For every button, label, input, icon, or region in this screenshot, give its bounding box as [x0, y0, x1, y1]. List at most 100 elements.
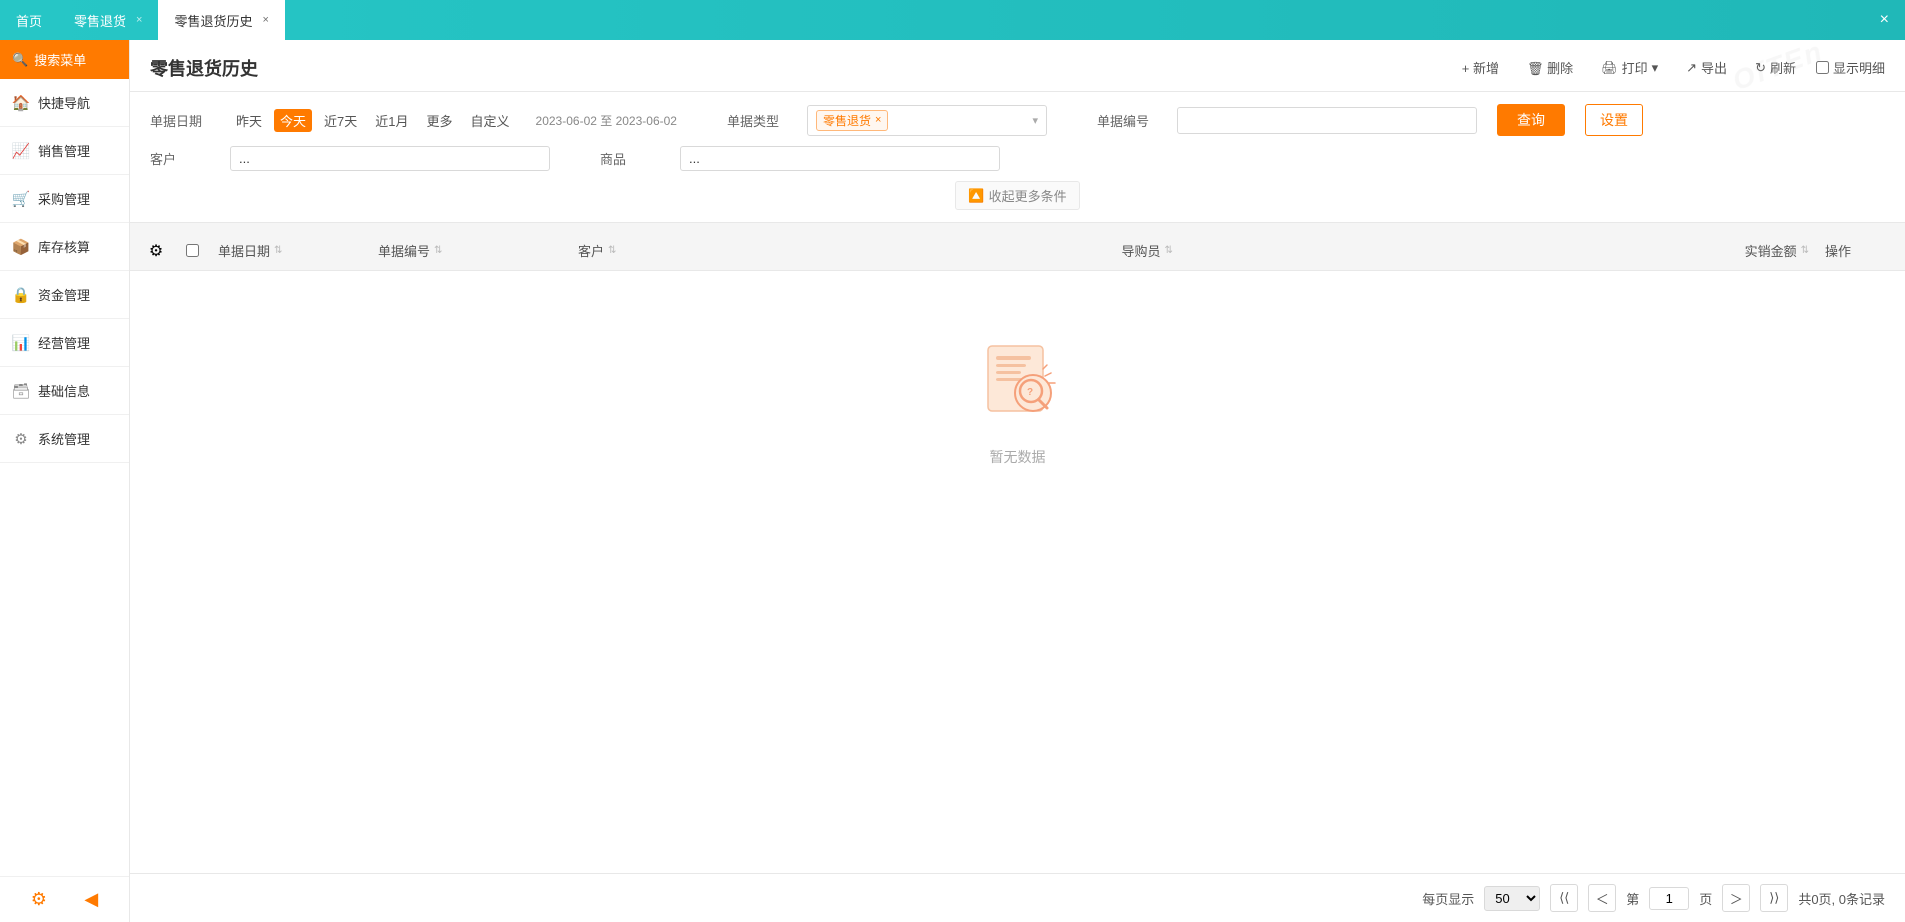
- th-guide-label: 导购员: [1122, 241, 1161, 260]
- next-page-button[interactable]: ＞: [1722, 884, 1750, 912]
- show-detail-label: 显示明细: [1833, 58, 1885, 77]
- date-opt-7days[interactable]: 近7天: [318, 109, 363, 132]
- sidebar-item-base-info[interactable]: 🗃 基础信息: [0, 367, 129, 415]
- bill-type-label: 单据类型: [727, 111, 787, 130]
- refresh-label: 刷新: [1770, 58, 1796, 77]
- sidebar-item-finance[interactable]: 🔒 资金管理: [0, 271, 129, 319]
- th-bill-no-label: 单据编号: [378, 241, 430, 260]
- date-filter-label: 单据日期: [150, 111, 210, 130]
- th-bill-no[interactable]: 单据编号 ⇅: [370, 231, 570, 270]
- sidebar-item-system-label: 系统管理: [38, 429, 90, 448]
- export-button[interactable]: ↗ 导出: [1678, 54, 1735, 81]
- bill-type-tag: 零售退货 ×: [816, 110, 888, 131]
- sidebar-search[interactable]: 🔍 搜索菜单: [0, 40, 129, 79]
- sidebar-item-inventory-label: 库存核算: [38, 237, 90, 256]
- bill-type-tag-text: 零售退货: [823, 112, 871, 129]
- inventory-icon: 📦: [12, 238, 30, 256]
- tab-retail-return-history[interactable]: 零售退货历史 ×: [158, 0, 284, 40]
- per-page-label: 每页显示: [1422, 889, 1474, 908]
- select-all-checkbox[interactable]: [186, 244, 199, 257]
- date-range-display: 2023-06-02 至 2023-06-02: [536, 112, 677, 129]
- sales-icon: 📈: [12, 142, 30, 160]
- sidebar-search-label: 搜索菜单: [34, 50, 86, 69]
- base-info-icon: 🗃: [12, 382, 30, 400]
- th-customer-label: 客户: [578, 241, 604, 260]
- sidebar-item-finance-label: 资金管理: [38, 285, 90, 304]
- delete-button[interactable]: 🗑 删除: [1519, 54, 1581, 81]
- th-customer[interactable]: 客户 ⇅: [570, 231, 1114, 270]
- sidebar-item-inventory[interactable]: 📦 库存核算: [0, 223, 129, 271]
- th-amount[interactable]: 实销金额 ⇅: [1274, 231, 1818, 270]
- per-page-select[interactable]: 20 50 100: [1484, 886, 1540, 911]
- first-page-button[interactable]: ⟨⟨: [1550, 884, 1578, 912]
- th-amount-label: 实销金额: [1745, 241, 1797, 260]
- print-label: 打印: [1622, 58, 1648, 77]
- date-opt-1month[interactable]: 近1月: [369, 109, 414, 132]
- tab-retail-return[interactable]: 零售退货 ×: [58, 0, 158, 40]
- customer-select[interactable]: ...: [230, 146, 550, 171]
- date-opt-more[interactable]: 更多: [421, 109, 459, 132]
- th-checkbox[interactable]: [174, 244, 210, 257]
- collapse-filter-button[interactable]: 🔼 收起更多条件: [955, 181, 1079, 210]
- svg-text:?: ?: [1027, 387, 1033, 398]
- sidebar-item-base-info-label: 基础信息: [38, 381, 90, 400]
- tab-home[interactable]: 首页: [0, 0, 58, 40]
- tab-list: 首页 零售退货 × 零售退货历史 ×: [0, 0, 1905, 40]
- last-page-button[interactable]: ⟩⟩: [1760, 884, 1788, 912]
- bill-type-select[interactable]: 零售退货 × ▾: [807, 105, 1047, 136]
- goods-filter-label: 商品: [600, 149, 660, 168]
- sidebar-item-sales[interactable]: 📈 销售管理: [0, 127, 129, 175]
- th-amount-sort-icon: ⇅: [1801, 245, 1809, 256]
- print-button[interactable]: 🖨 打印 ▾: [1593, 54, 1666, 81]
- filter-row-2: 客户 ... 商品 ...: [150, 146, 1885, 171]
- purchase-icon: 🛒: [12, 190, 30, 208]
- goods-select[interactable]: ...: [680, 146, 1000, 171]
- page-number-input[interactable]: [1649, 887, 1689, 910]
- customer-dots: ...: [239, 151, 250, 166]
- date-opt-custom[interactable]: 自定义: [465, 109, 516, 132]
- home-icon: 🏠: [12, 94, 30, 112]
- page-suffix: 页: [1699, 889, 1712, 908]
- th-settings[interactable]: ⚙: [138, 241, 174, 261]
- tab-retail-return-history-close[interactable]: ×: [262, 14, 268, 26]
- refresh-button[interactable]: ↻ 刷新: [1747, 54, 1804, 81]
- page-title: 零售退货历史: [150, 55, 258, 81]
- goods-dots: ...: [689, 151, 700, 166]
- sidebar-item-operations[interactable]: 📊 经营管理: [0, 319, 129, 367]
- show-detail-checkbox[interactable]: [1816, 61, 1829, 74]
- query-button[interactable]: 查询: [1497, 104, 1565, 136]
- bill-type-tag-close[interactable]: ×: [875, 114, 881, 126]
- finance-icon: 🔒: [12, 286, 30, 304]
- system-icon: ⚙: [12, 430, 30, 448]
- main-layout: 🔍 搜索菜单 🏠 快捷导航 📈 销售管理 🛒 采购管理 📦 库存核算 🔒 资金管…: [0, 40, 1905, 922]
- export-icon: ↗: [1686, 60, 1697, 76]
- show-detail-checkbox-wrapper[interactable]: 显示明细: [1816, 58, 1885, 77]
- bill-no-label: 单据编号: [1097, 111, 1157, 130]
- settings-button[interactable]: 设置: [1585, 104, 1643, 136]
- search-icon: 🔍: [12, 52, 28, 68]
- export-label: 导出: [1701, 58, 1727, 77]
- tab-retail-return-close[interactable]: ×: [136, 14, 142, 26]
- sidebar-item-quick-nav[interactable]: 🏠 快捷导航: [0, 79, 129, 127]
- sidebar-item-purchase[interactable]: 🛒 采购管理: [0, 175, 129, 223]
- page-prefix: 第: [1626, 889, 1639, 908]
- tab-retail-return-history-label: 零售退货历史: [174, 11, 252, 30]
- new-button[interactable]: + 新增: [1454, 54, 1507, 81]
- table-container: ⚙ 单据日期 ⇅ 单据编号 ⇅ 客户 ⇅ 导购员: [130, 231, 1905, 873]
- tab-retail-return-label: 零售退货: [74, 11, 126, 30]
- th-date[interactable]: 单据日期 ⇅: [210, 231, 370, 270]
- sidebar-item-operations-label: 经营管理: [38, 333, 90, 352]
- date-opt-today[interactable]: 今天: [274, 109, 312, 132]
- th-guide-sort-icon: ⇅: [1165, 245, 1173, 256]
- date-opt-yesterday[interactable]: 昨天: [230, 109, 268, 132]
- window-close-button[interactable]: ×: [1880, 11, 1889, 29]
- header-actions: + 新增 🗑 删除 🖨 打印 ▾ ↗ 导出 ↻ 刷新 显示明细: [1454, 54, 1885, 81]
- collapse-sidebar-icon[interactable]: ◀: [84, 889, 98, 910]
- settings-bottom-icon[interactable]: ⚙: [31, 889, 47, 910]
- bill-no-input[interactable]: [1177, 107, 1477, 134]
- th-action: 操作: [1817, 231, 1897, 270]
- th-guide[interactable]: 导购员 ⇅: [1114, 231, 1274, 270]
- sidebar-bottom: ⚙ ◀: [0, 876, 129, 922]
- prev-page-button[interactable]: ＜: [1588, 884, 1616, 912]
- sidebar-item-system[interactable]: ⚙ 系统管理: [0, 415, 129, 463]
